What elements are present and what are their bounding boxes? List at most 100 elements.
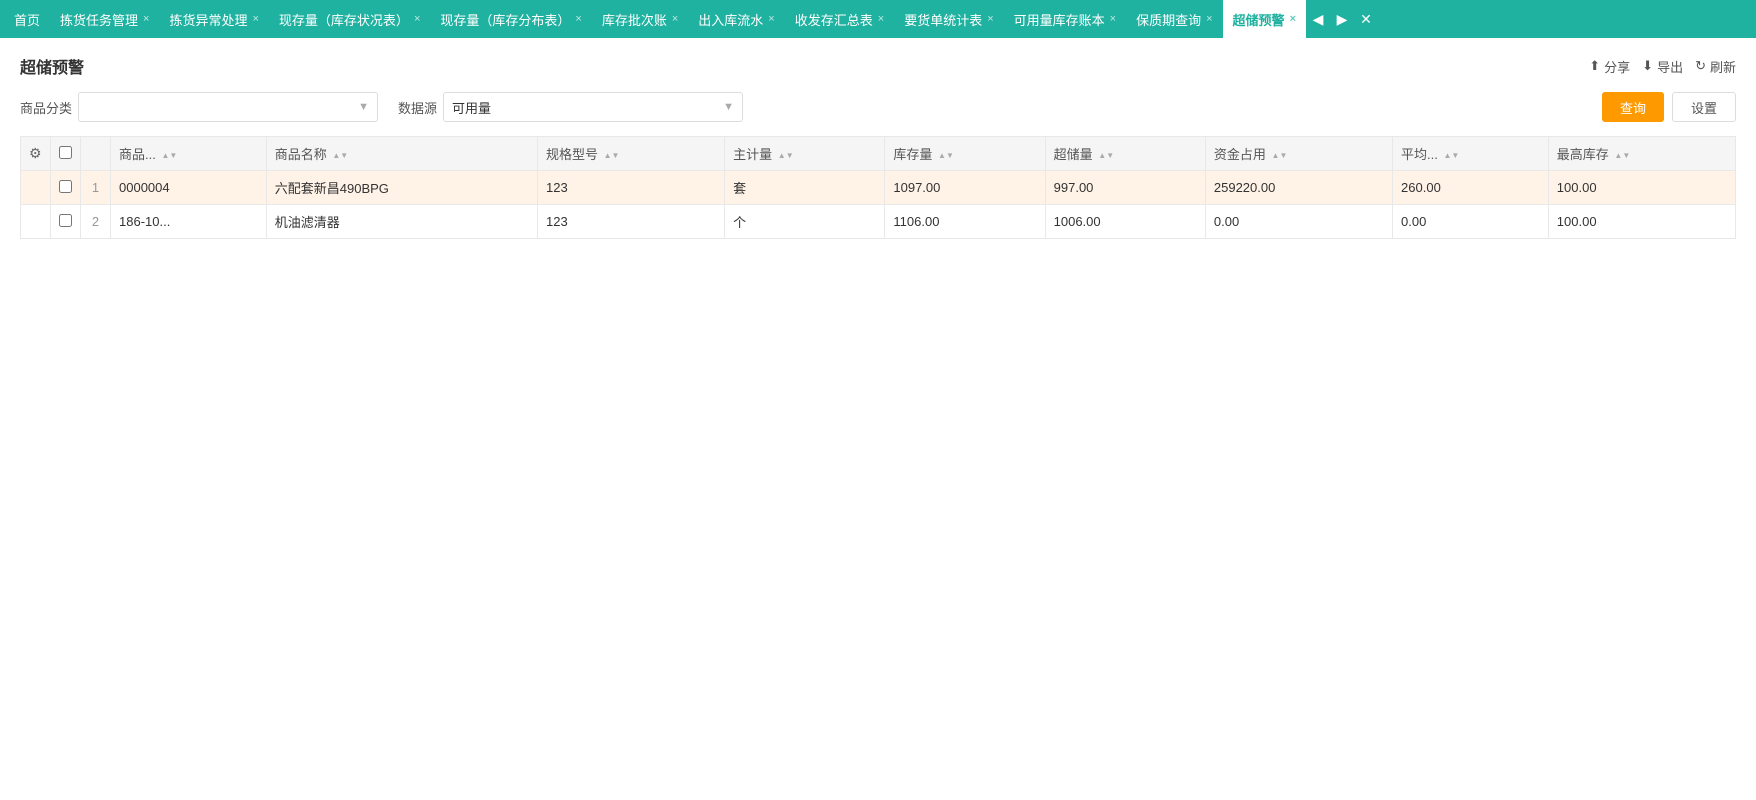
th-overstock-qty[interactable]: 超储量 ▲▼ bbox=[1045, 137, 1205, 171]
nav-close-available-account[interactable]: × bbox=[1110, 13, 1116, 25]
td-checkbox-1[interactable] bbox=[51, 205, 81, 239]
row-checkbox-0[interactable] bbox=[59, 180, 72, 193]
row-checkbox-1[interactable] bbox=[59, 214, 72, 227]
export-label: 导出 bbox=[1657, 57, 1683, 76]
nav-item-stock-dist[interactable]: 现存量（库存分布表） × bbox=[430, 0, 591, 38]
nav-close-stock-dist[interactable]: × bbox=[575, 13, 581, 25]
filter-action-buttons: 查询 设置 bbox=[1602, 92, 1736, 122]
td-row-num-0: 1 bbox=[81, 171, 111, 205]
nav-label-available-account: 可用量库存账本 bbox=[1014, 10, 1105, 29]
td-product-code-0: 0000004 bbox=[111, 171, 267, 205]
th-product-name[interactable]: 商品名称 ▲▼ bbox=[266, 137, 537, 171]
td-max-stock-0: 100.00 bbox=[1548, 171, 1735, 205]
nav-close-order-stats[interactable]: × bbox=[987, 13, 993, 25]
nav-item-overstock-warning[interactable]: 超储预警 × bbox=[1223, 0, 1306, 38]
nav-close-task-mgmt[interactable]: × bbox=[143, 13, 149, 25]
query-button[interactable]: 查询 bbox=[1602, 92, 1664, 122]
nav-item-abnormal[interactable]: 拣货异常处理 × bbox=[159, 0, 268, 38]
nav-close-stock-status[interactable]: × bbox=[414, 13, 420, 25]
td-product-name-0: 六配套新昌490BPG bbox=[266, 171, 537, 205]
nav-arrow-left[interactable]: ◀ bbox=[1306, 0, 1330, 38]
td-row-num-1: 2 bbox=[81, 205, 111, 239]
sort-icon-spec[interactable]: ▲▼ bbox=[604, 152, 620, 160]
nav-close-collect-summary[interactable]: × bbox=[878, 13, 884, 25]
sort-icon-unit[interactable]: ▲▼ bbox=[778, 152, 794, 160]
nav-close-overstock-warning[interactable]: × bbox=[1290, 13, 1296, 25]
datasource-filter-label: 数据源 bbox=[398, 98, 437, 117]
sort-icon-max-stock[interactable]: ▲▼ bbox=[1614, 152, 1630, 160]
nav-label-order-stats: 要货单统计表 bbox=[904, 10, 982, 29]
nav-label-collect-summary: 收发存汇总表 bbox=[795, 10, 873, 29]
datasource-filter-group: 数据源 可用量 ▼ bbox=[398, 92, 743, 122]
th-avg[interactable]: 平均... ▲▼ bbox=[1393, 137, 1549, 171]
td-stock-qty-0: 1097.00 bbox=[885, 171, 1045, 205]
td-stock-qty-1: 1106.00 bbox=[885, 205, 1045, 239]
nav-close-batch-account[interactable]: × bbox=[672, 13, 678, 25]
th-capital-usage-label: 资金占用 bbox=[1214, 147, 1266, 162]
nav-label-abnormal: 拣货异常处理 bbox=[169, 10, 247, 29]
td-capital-usage-0: 259220.00 bbox=[1205, 171, 1392, 205]
refresh-icon: ↻ bbox=[1695, 58, 1706, 74]
td-overstock-qty-0: 997.00 bbox=[1045, 171, 1205, 205]
header-actions: ⬆ 分享 ⬇ 导出 ↻ 刷新 bbox=[1589, 57, 1736, 76]
datasource-chevron-icon: ▼ bbox=[723, 101, 734, 113]
th-stock-qty[interactable]: 库存量 ▲▼ bbox=[885, 137, 1045, 171]
sort-icon-capital-usage[interactable]: ▲▼ bbox=[1272, 152, 1288, 160]
category-filter-label: 商品分类 bbox=[20, 98, 72, 117]
nav-item-quality-check[interactable]: 保质期查询 × bbox=[1126, 0, 1222, 38]
filter-row: 商品分类 ▼ 数据源 可用量 ▼ 查询 设置 bbox=[20, 92, 1736, 122]
category-select[interactable]: ▼ bbox=[78, 92, 378, 122]
td-capital-usage-1: 0.00 bbox=[1205, 205, 1392, 239]
data-table: ⚙ 商品... ▲▼ 商品名称 ▲▼ 规格型号 ▲▼ bbox=[20, 136, 1736, 239]
nav-arrow-close[interactable]: ✕ bbox=[1354, 0, 1378, 38]
nav-item-collect-summary[interactable]: 收发存汇总表 × bbox=[785, 0, 894, 38]
settings-button[interactable]: 设置 bbox=[1672, 92, 1736, 122]
refresh-button[interactable]: ↻ 刷新 bbox=[1695, 57, 1736, 76]
nav-label-stock-dist: 现存量（库存分布表） bbox=[440, 10, 570, 29]
th-spec[interactable]: 规格型号 ▲▼ bbox=[538, 137, 725, 171]
share-button[interactable]: ⬆ 分享 bbox=[1589, 57, 1630, 76]
nav-item-task-mgmt[interactable]: 拣货任务管理 × bbox=[50, 0, 159, 38]
th-product-name-label: 商品名称 bbox=[275, 147, 327, 162]
sort-icon-avg[interactable]: ▲▼ bbox=[1444, 152, 1460, 160]
th-gear[interactable]: ⚙ bbox=[21, 137, 51, 171]
th-max-stock-label: 最高库存 bbox=[1557, 147, 1609, 162]
nav-item-stock-status[interactable]: 现存量（库存状况表） × bbox=[269, 0, 430, 38]
nav-close-inout-flow[interactable]: × bbox=[768, 13, 774, 25]
page-body: 超储预警 ⬆ 分享 ⬇ 导出 ↻ 刷新 商品分类 ▼ 数据源 bbox=[0, 38, 1756, 255]
nav-item-order-stats[interactable]: 要货单统计表 × bbox=[894, 0, 1003, 38]
share-icon: ⬆ bbox=[1589, 58, 1600, 74]
nav-label-stock-status: 现存量（库存状况表） bbox=[279, 10, 409, 29]
nav-item-batch-account[interactable]: 库存批次账 × bbox=[592, 0, 688, 38]
datasource-select[interactable]: 可用量 ▼ bbox=[443, 92, 743, 122]
th-max-stock[interactable]: 最高库存 ▲▼ bbox=[1548, 137, 1735, 171]
td-avg-1: 0.00 bbox=[1393, 205, 1549, 239]
select-all-checkbox[interactable] bbox=[59, 146, 72, 159]
nav-close-quality-check[interactable]: × bbox=[1206, 13, 1212, 25]
th-stock-qty-label: 库存量 bbox=[893, 147, 932, 162]
gear-icon[interactable]: ⚙ bbox=[29, 145, 42, 161]
export-button[interactable]: ⬇ 导出 bbox=[1642, 57, 1683, 76]
nav-item-home[interactable]: 首页 bbox=[4, 0, 50, 38]
sort-icon-overstock-qty[interactable]: ▲▼ bbox=[1098, 152, 1114, 160]
th-product-code[interactable]: 商品... ▲▼ bbox=[111, 137, 267, 171]
th-checkbox[interactable] bbox=[51, 137, 81, 171]
page-header: 超储预警 ⬆ 分享 ⬇ 导出 ↻ 刷新 bbox=[20, 54, 1736, 78]
sort-icon-product-code[interactable]: ▲▼ bbox=[161, 152, 177, 160]
td-checkbox-0[interactable] bbox=[51, 171, 81, 205]
nav-label-inout-flow: 出入库流水 bbox=[698, 10, 763, 29]
share-label: 分享 bbox=[1604, 57, 1630, 76]
top-navigation: 首页 拣货任务管理 × 拣货异常处理 × 现存量（库存状况表） × 现存量（库存… bbox=[0, 0, 1756, 38]
td-product-name-1: 机油滤清器 bbox=[266, 205, 537, 239]
nav-close-abnormal[interactable]: × bbox=[252, 13, 258, 25]
sort-icon-stock-qty[interactable]: ▲▼ bbox=[938, 152, 954, 160]
td-gear-0 bbox=[21, 171, 51, 205]
nav-item-available-account[interactable]: 可用量库存账本 × bbox=[1004, 0, 1126, 38]
nav-arrow-right[interactable]: ▶ bbox=[1330, 0, 1354, 38]
nav-label-home: 首页 bbox=[14, 10, 40, 29]
sort-icon-product-name[interactable]: ▲▼ bbox=[332, 152, 348, 160]
nav-item-inout-flow[interactable]: 出入库流水 × bbox=[688, 0, 784, 38]
th-capital-usage[interactable]: 资金占用 ▲▼ bbox=[1205, 137, 1392, 171]
th-unit[interactable]: 主计量 ▲▼ bbox=[725, 137, 885, 171]
nav-label-batch-account: 库存批次账 bbox=[602, 10, 667, 29]
